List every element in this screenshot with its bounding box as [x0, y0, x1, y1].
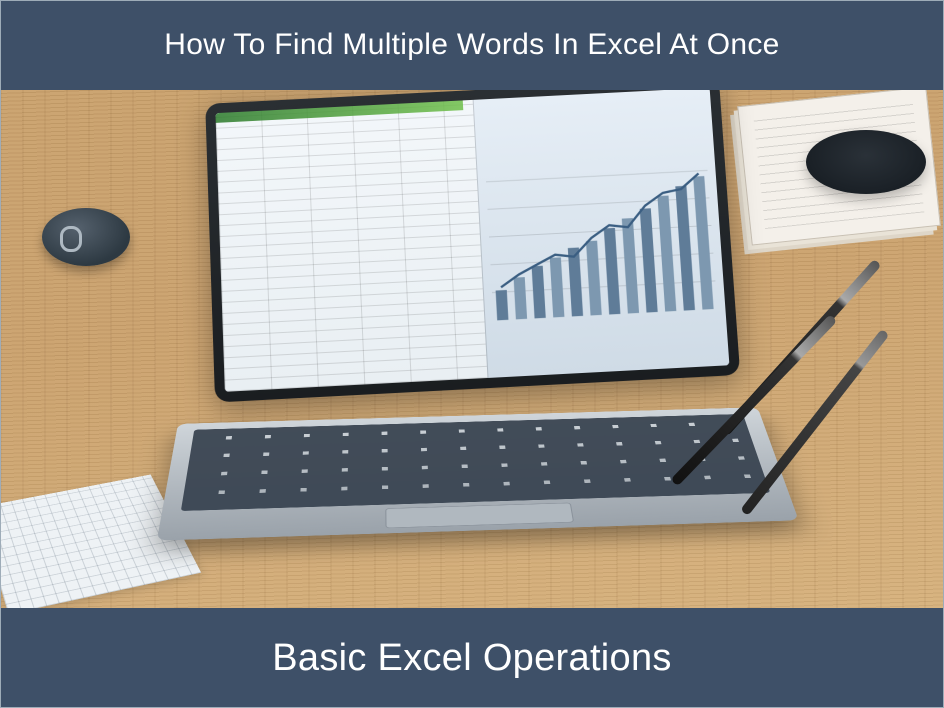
- title-banner-top: How To Find Multiple Words In Excel At O…: [0, 0, 944, 90]
- spreadsheet-app: [215, 90, 729, 392]
- tutorial-card: How To Find Multiple Words In Excel At O…: [0, 0, 944, 708]
- laptop: [112, 90, 832, 608]
- chart-svg: [482, 96, 721, 370]
- title-banner-bottom: Basic Excel Operations: [0, 608, 944, 708]
- laptop-keyboard: [157, 407, 799, 540]
- spreadsheet-grid: [215, 100, 487, 392]
- laptop-touchpad: [385, 503, 574, 529]
- title-text-top: How To Find Multiple Words In Excel At O…: [164, 28, 779, 62]
- hero-illustration: [0, 90, 944, 608]
- laptop-screen: [205, 90, 740, 403]
- embedded-chart: [473, 90, 730, 378]
- title-text-bottom: Basic Excel Operations: [272, 637, 671, 680]
